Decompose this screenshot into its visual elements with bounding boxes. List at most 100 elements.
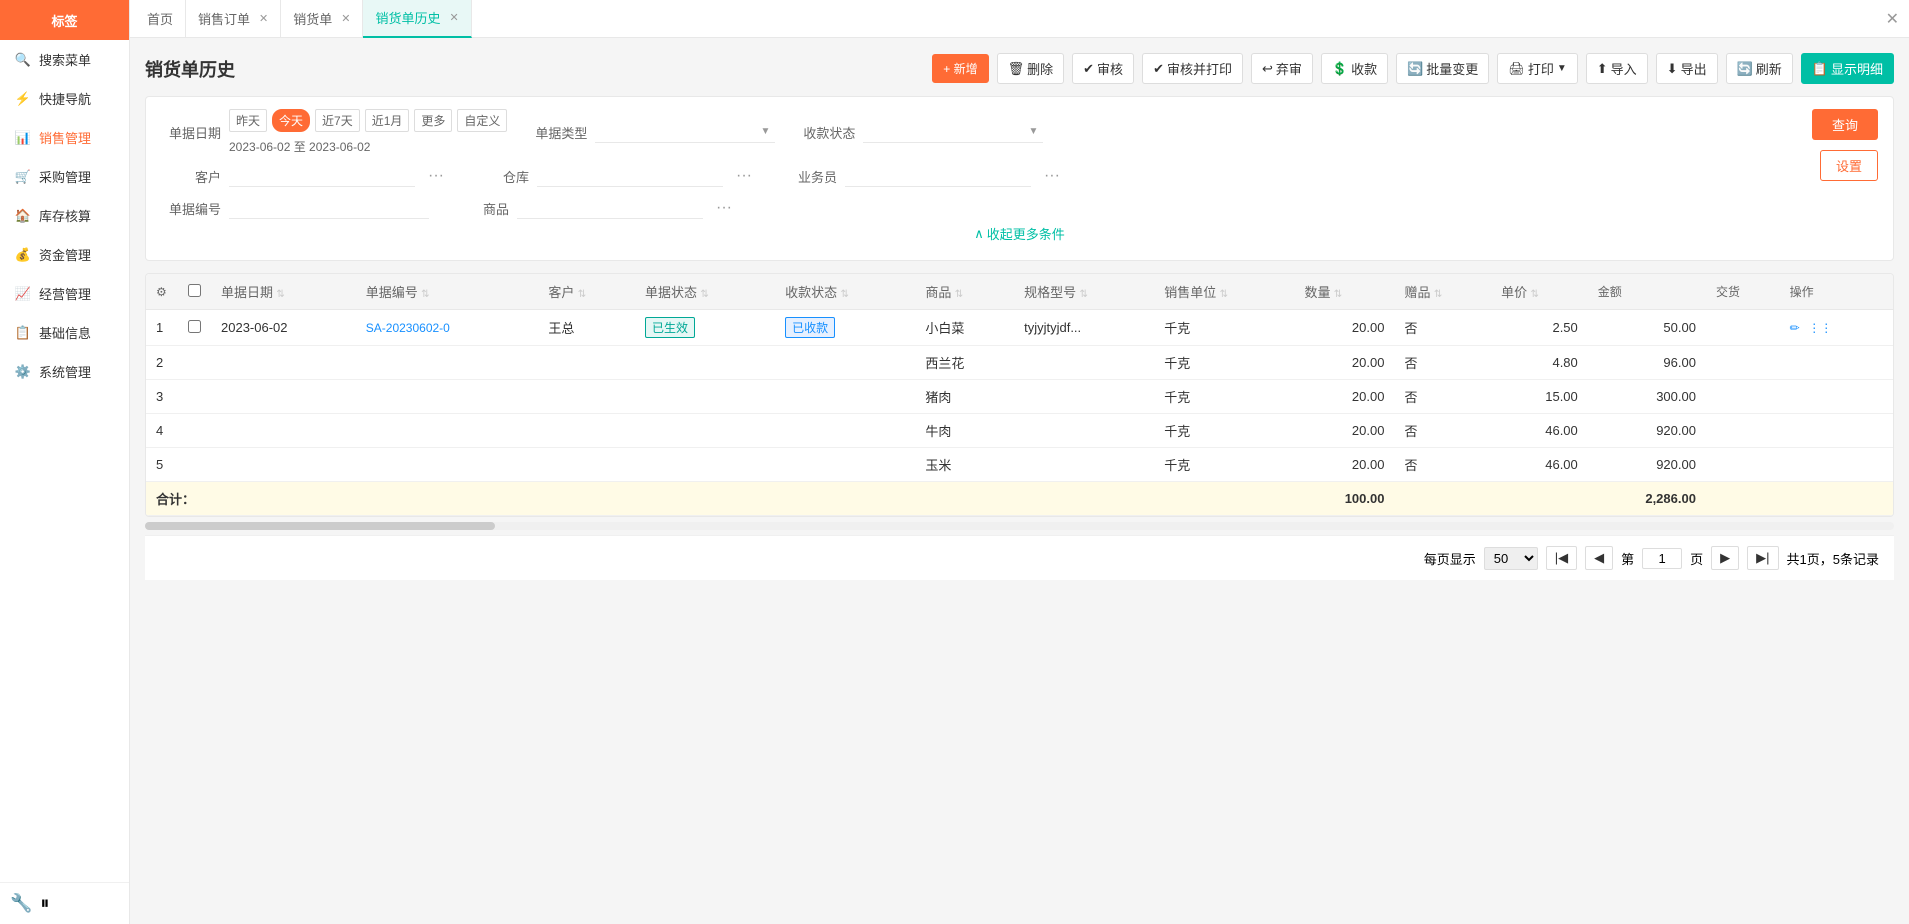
collect-status-badge: 已收款	[785, 317, 835, 338]
sidebar-item-inventory[interactable]: 🏠 库存核算	[0, 196, 129, 235]
tab-sales-history[interactable]: 销货单历史 ✕	[363, 0, 471, 38]
new-button[interactable]: + 新增	[932, 54, 988, 83]
docno-input[interactable]	[229, 197, 429, 219]
date-btn-yesterday[interactable]: 昨天	[229, 109, 267, 132]
row-spec: tyjyjtyjdf...	[1014, 310, 1154, 346]
sort-unit-icon[interactable]: ⇅	[1220, 289, 1228, 300]
filter-settings-button[interactable]: 设置	[1820, 150, 1878, 181]
goods-input[interactable]	[517, 197, 703, 219]
warehouse-dots-icon[interactable]: ···	[731, 167, 757, 185]
edit-action-btn[interactable]: ✏	[1790, 321, 1800, 335]
sort-date-icon[interactable]: ⇅	[276, 289, 284, 300]
row-customer	[538, 414, 635, 448]
page-number-input[interactable]	[1642, 548, 1682, 569]
collect-icon: 💲	[1332, 61, 1348, 77]
salesperson-input[interactable]	[845, 165, 1031, 187]
tab-close-sales-order[interactable]: ✕	[259, 12, 268, 25]
checkbox-col	[178, 274, 211, 310]
pagination-next-btn[interactable]: ▶	[1711, 546, 1739, 570]
sort-gift-icon[interactable]: ⇅	[1434, 289, 1442, 300]
row-checkbox	[178, 346, 211, 380]
row-checkbox	[178, 448, 211, 482]
filter-customer-field: 客户 ···	[161, 165, 449, 187]
sidebar-item-basic-info[interactable]: 📋 基础信息	[0, 313, 129, 352]
audit-button[interactable]: ✔ 审核	[1072, 53, 1134, 84]
pagination-first-btn[interactable]: |◀	[1546, 546, 1577, 570]
sort-spec-icon[interactable]: ⇅	[1079, 289, 1087, 300]
customer-dots-icon[interactable]: ···	[423, 167, 449, 185]
sidebar-item-operations-mgmt[interactable]: 📈 经营管理	[0, 274, 129, 313]
select-all-checkbox[interactable]	[188, 284, 201, 297]
sort-customer-icon[interactable]: ⇅	[578, 289, 586, 300]
sort-unit-price-icon[interactable]: ⇅	[1530, 289, 1538, 300]
col-goods: 商品 ⇅	[915, 274, 1014, 310]
tab-close-sales-delivery[interactable]: ✕	[341, 12, 350, 25]
batch-change-button[interactable]: 🔄 批量变更	[1396, 53, 1489, 84]
date-btn-more[interactable]: 更多	[414, 109, 452, 132]
date-btn-custom[interactable]: 自定义	[457, 109, 507, 132]
sidebar-item-quick-nav[interactable]: ⚡ 快捷导航	[0, 79, 129, 118]
sidebar-collapse-icon[interactable]: ⏸	[40, 893, 49, 914]
salesperson-dots-icon[interactable]: ···	[1039, 167, 1065, 185]
row-select-checkbox[interactable]	[188, 320, 201, 333]
refresh-button[interactable]: 🔄 刷新	[1726, 53, 1793, 84]
tab-home[interactable]: 首页	[135, 0, 186, 38]
more-action-btn[interactable]: ⋮⋮	[1808, 321, 1832, 335]
sort-doc-status-icon[interactable]: ⇅	[700, 289, 708, 300]
audit-print-button[interactable]: ✔ 审核并打印	[1142, 53, 1243, 84]
filter-collect-status-field: 收款状态 ▼	[795, 121, 1043, 143]
print-button[interactable]: 🖨 打印 ▼	[1497, 53, 1577, 84]
pagination-prev-btn[interactable]: ◀	[1585, 546, 1613, 570]
tab-close-sales-history[interactable]: ✕	[450, 11, 459, 24]
window-close-btn[interactable]: ✕	[1876, 9, 1909, 29]
row-collect-status	[775, 414, 915, 448]
tab-sales-delivery[interactable]: 销货单 ✕	[281, 0, 363, 38]
sort-qty-icon[interactable]: ⇅	[1334, 289, 1342, 300]
row-qty: 20.00	[1294, 380, 1394, 414]
sidebar-item-sales-mgmt[interactable]: 📊 销售管理	[0, 118, 129, 157]
sort-collect-status-icon[interactable]: ⇅	[841, 289, 849, 300]
sidebar-item-search-menu[interactable]: 🔍 搜索菜单	[0, 40, 129, 79]
doc-no-link[interactable]: SA-20230602-0	[366, 321, 450, 335]
date-btn-7days[interactable]: 近7天	[315, 109, 360, 132]
collect-status-chevron-icon: ▼	[1029, 126, 1039, 137]
goods-dots-icon[interactable]: ···	[711, 199, 737, 217]
date-btn-today[interactable]: 今天	[272, 109, 310, 132]
sidebar-item-system-mgmt[interactable]: ⚙️ 系统管理	[0, 352, 129, 391]
table-row: 1 2023-06-02 SA-20230602-0 王总 已生效 已收款 小白…	[146, 310, 1893, 346]
settings-col[interactable]: ⚙	[146, 274, 178, 310]
tab-sales-order[interactable]: 销售订单 ✕	[186, 0, 281, 38]
horizontal-scrollbar[interactable]	[145, 522, 1894, 530]
import-button[interactable]: ⬆ 导入	[1586, 53, 1648, 84]
delete-button[interactable]: 🗑 删除	[997, 53, 1065, 84]
collapse-btn[interactable]: ∧ 收起更多条件	[974, 224, 1065, 243]
col-customer: 客户 ⇅	[538, 274, 635, 310]
sort-docno-icon[interactable]: ⇅	[421, 289, 429, 300]
show-detail-button[interactable]: 📋 显示明细	[1801, 53, 1894, 84]
page-title: 销货单历史	[145, 56, 235, 82]
sidebar-item-finance-mgmt[interactable]: 💰 资金管理	[0, 235, 129, 274]
date-btn-1month[interactable]: 近1月	[365, 109, 410, 132]
row-qty: 20.00	[1294, 414, 1394, 448]
collect-button[interactable]: 💲 收款	[1321, 53, 1388, 84]
footer-total-amount: 2,286.00	[1588, 482, 1706, 516]
sidebar-user-icon[interactable]: 🔧	[10, 893, 32, 914]
main-area: 首页 销售订单 ✕ 销货单 ✕ 销货单历史 ✕ ✕ 销货单历史 + 新增 🗑 删…	[130, 0, 1909, 924]
sidebar-item-purchase-mgmt[interactable]: 🛒 采购管理	[0, 157, 129, 196]
page-size-select[interactable]: 50 10 20 100	[1484, 547, 1538, 570]
row-action	[1780, 414, 1893, 448]
sidebar-logo: 标签	[0, 0, 129, 40]
doctype-select[interactable]	[595, 121, 755, 142]
pagination-last-btn[interactable]: ▶|	[1747, 546, 1778, 570]
collect-status-select[interactable]	[863, 121, 1023, 142]
export-button[interactable]: ⬇ 导出	[1656, 53, 1718, 84]
warehouse-input[interactable]	[537, 165, 723, 187]
row-date	[211, 380, 356, 414]
abandon-button[interactable]: ↩ 弃审	[1251, 53, 1313, 84]
row-index: 4	[146, 414, 178, 448]
row-docno	[356, 414, 539, 448]
query-button[interactable]: 查询	[1812, 109, 1878, 140]
sort-goods-icon[interactable]: ⇅	[955, 289, 963, 300]
customer-input[interactable]	[229, 165, 415, 187]
table-row: 4 牛肉 千克 20.00 否 46.00 920.00	[146, 414, 1893, 448]
